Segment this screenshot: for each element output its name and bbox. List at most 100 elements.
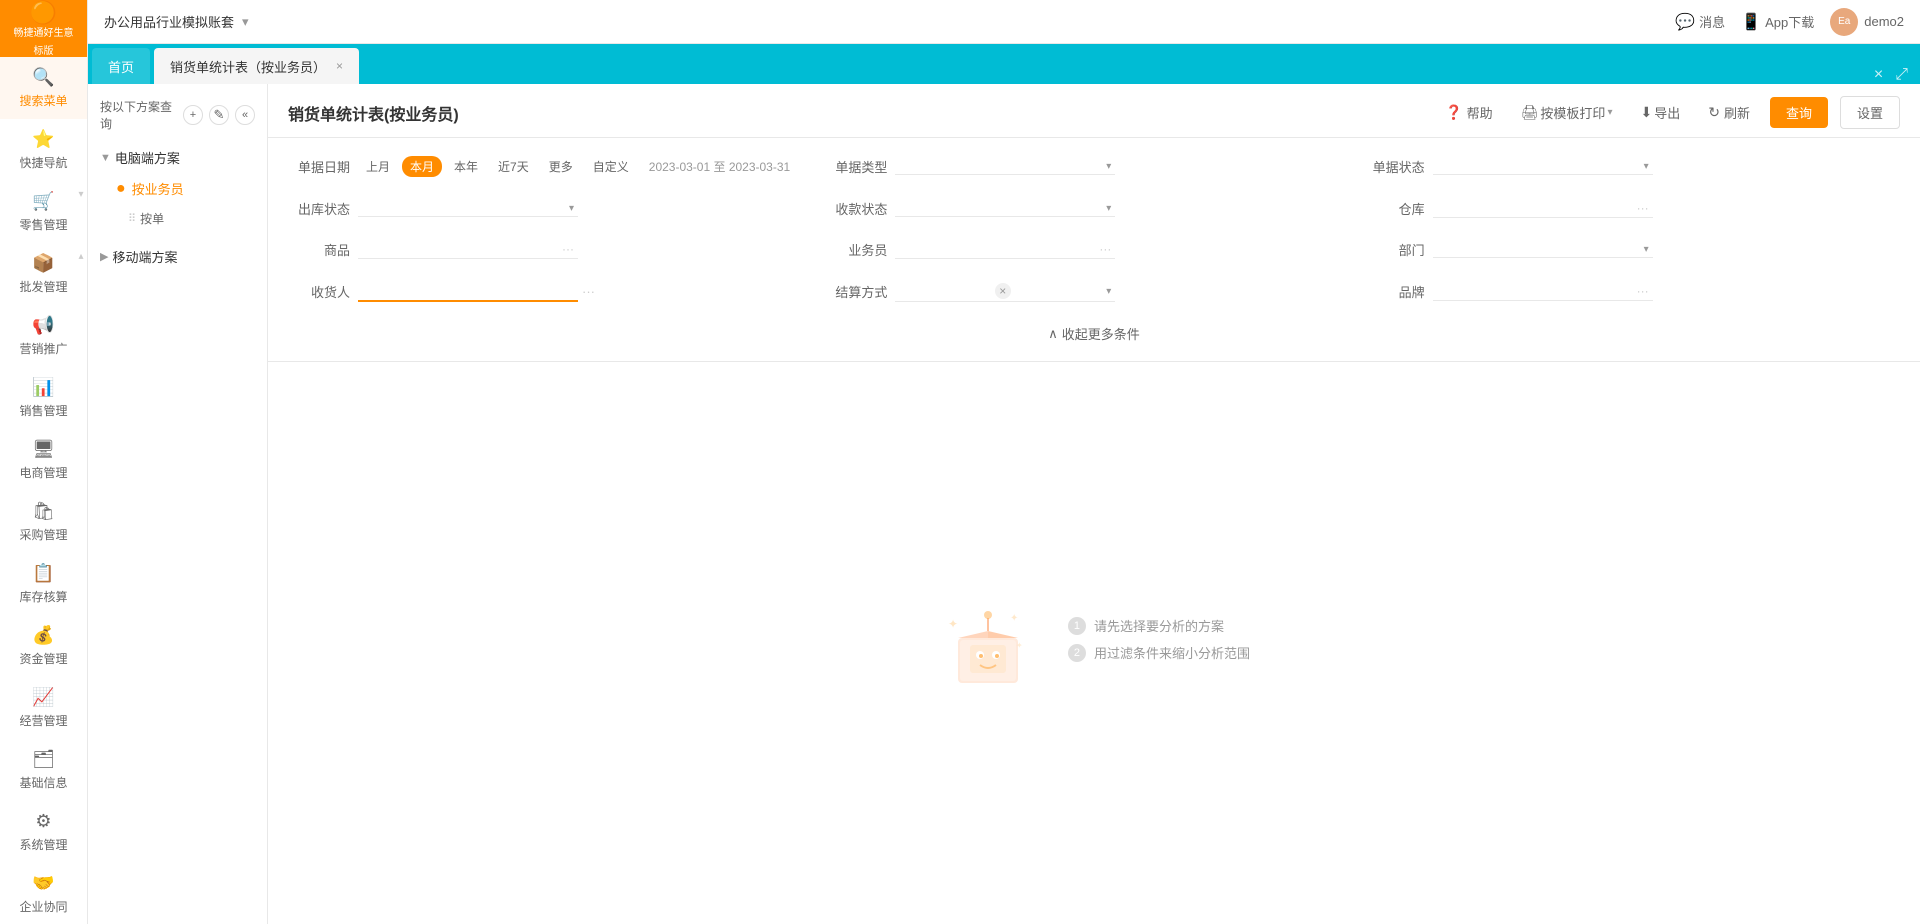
query-button[interactable]: 查询 xyxy=(1770,97,1828,128)
date-this-month-btn[interactable]: 本月 xyxy=(402,156,442,177)
date-custom-btn[interactable]: 自定义 xyxy=(585,156,637,177)
sidebar-item-inventory[interactable]: 📋 库存核算 xyxy=(0,553,88,615)
star-icon: ⭐ xyxy=(32,129,54,150)
settlement-select[interactable]: × ▾ xyxy=(895,281,1115,302)
sidebar-item-label: 批发管理 xyxy=(19,278,67,295)
tab-salesperson-report[interactable]: 销货单统计表（按业务员） × xyxy=(154,48,359,84)
settings-button[interactable]: 设置 xyxy=(1840,96,1900,129)
tab-home[interactable]: 首页 xyxy=(92,48,150,84)
app-download-button[interactable]: 📱 App下载 xyxy=(1741,12,1814,32)
mobile-section-header[interactable]: ▶ 移动端方案 xyxy=(88,241,267,272)
add-scheme-button[interactable]: + xyxy=(183,105,203,125)
page-actions: ❓ 帮助 🖨 按模板打印 ▾ ⬇ 导出 ↻ 刷新 xyxy=(1437,96,1900,129)
date-more-btn[interactable]: 更多 xyxy=(541,156,581,177)
sidebar-item-label: 搜索菜单 xyxy=(19,92,67,109)
app-download-label: App下载 xyxy=(1765,12,1814,31)
app-name: 畅捷通好生意 xyxy=(14,28,74,40)
sidebar-item-label: 基础信息 xyxy=(19,774,67,791)
print-button[interactable]: 🖨 按模板打印 ▾ xyxy=(1513,99,1621,126)
svg-text:✦: ✦ xyxy=(1010,613,1018,624)
avatar: Ea xyxy=(1830,8,1858,36)
sidebar-item-label: 销售管理 xyxy=(19,402,67,419)
sidebar-item-operation[interactable]: 📈 经营管理 xyxy=(0,677,88,739)
workspace-dropdown-icon[interactable]: ▾ xyxy=(242,14,249,30)
dept-select[interactable]: ▾ xyxy=(1433,242,1653,258)
close-window-button[interactable]: × ⤢ xyxy=(1862,66,1920,84)
collapse-panel-button[interactable]: « xyxy=(235,105,255,125)
out-status-select[interactable]: ▾ xyxy=(358,201,578,217)
salesperson-filter-cell: 业务员 ··· xyxy=(825,234,1362,265)
wholesale-icon: 📦 xyxy=(32,253,54,274)
step-1-num: 1 xyxy=(1068,617,1086,635)
ecommerce-icon: 🖥 xyxy=(32,439,55,460)
content-area: 按以下方案查询 + ✎ « ▼ 电脑端方案 ● 按业务员 ⠿ 按 xyxy=(88,84,1920,924)
receipt-status-select[interactable]: ▾ xyxy=(895,201,1115,217)
out-status-label: 出库状态 xyxy=(288,199,358,218)
salesperson-scheme-item[interactable]: ● 按业务员 xyxy=(88,173,267,204)
sidebar-item-sales[interactable]: 📊 销售管理 xyxy=(0,367,88,429)
sidebar-item-retail[interactable]: 🛒 零售管理 ▾ xyxy=(0,181,88,243)
doc-type-select[interactable]: ▾ xyxy=(895,159,1115,175)
receiver-dots[interactable]: ··· xyxy=(582,284,595,299)
empty-step-1: 1 请先选择要分析的方案 xyxy=(1068,616,1250,635)
refresh-button[interactable]: ↻ 刷新 xyxy=(1700,99,1758,126)
desktop-section-header[interactable]: ▼ 电脑端方案 xyxy=(88,142,267,173)
receiver-input[interactable] xyxy=(358,281,578,302)
sidebar-item-basic[interactable]: 🗂 基础信息 xyxy=(0,739,88,801)
workspace-title: 办公用品行业模拟账套 xyxy=(104,12,234,31)
edit-scheme-button[interactable]: ✎ xyxy=(209,105,229,125)
active-scheme-icon: ● xyxy=(116,180,126,198)
out-status-arrow: ▾ xyxy=(569,203,574,214)
cooperation-icon: 🤝 xyxy=(32,873,54,894)
sales-icon: 📊 xyxy=(32,377,54,398)
help-icon: ❓ xyxy=(1445,104,1462,121)
user-profile-button[interactable]: Ea demo2 xyxy=(1830,8,1904,36)
app-download-icon: 📱 xyxy=(1741,12,1761,32)
sidebar-item-system[interactable]: ⚙ 系统管理 xyxy=(0,801,88,863)
date-this-year-btn[interactable]: 本年 xyxy=(446,156,486,177)
brand-label: 品牌 xyxy=(1363,282,1433,301)
export-label: 导出 xyxy=(1654,103,1680,122)
collapse-arrow-icon: ∧ xyxy=(1048,326,1058,342)
inventory-icon: 📋 xyxy=(32,563,54,584)
sidebar-item-marketing[interactable]: 📢 营销推广 xyxy=(0,305,88,367)
empty-box: ✦ ✦ ✦ 1 请先选择要分析的方案 2 用过滤条件来缩小分 xyxy=(938,593,1250,693)
sidebar-item-search[interactable]: 🔍 搜索菜单 xyxy=(0,57,88,119)
sidebar-item-purchase[interactable]: 🛍 采购管理 xyxy=(0,491,88,553)
help-button[interactable]: ❓ 帮助 xyxy=(1437,99,1500,126)
sidebar-item-wholesale[interactable]: 📦 批发管理 ▴ xyxy=(0,243,88,305)
sidebar-item-quick[interactable]: ⭐ 快捷导航 xyxy=(0,119,88,181)
brand-dots: ··· xyxy=(1637,284,1649,298)
date-last7-btn[interactable]: 近7天 xyxy=(490,156,537,177)
export-button[interactable]: ⬇ 导出 xyxy=(1632,99,1688,126)
collapse-more-button[interactable]: ∧ 收起更多条件 xyxy=(1048,324,1140,343)
empty-illustration: ✦ ✦ ✦ xyxy=(938,593,1038,693)
sidebar-item-cooperation[interactable]: 🤝 企业协同 xyxy=(0,863,88,924)
empty-step-2: 2 用过滤条件来缩小分析范围 xyxy=(1068,643,1250,662)
left-panel: 按以下方案查询 + ✎ « ▼ 电脑端方案 ● 按业务员 ⠿ 按 xyxy=(88,84,268,924)
by-order-item[interactable]: ⠿ 按单 xyxy=(88,204,267,233)
close-window-icon: × xyxy=(1874,66,1883,84)
dept-arrow: ▾ xyxy=(1644,244,1649,255)
tab-close-icon[interactable]: × xyxy=(336,59,343,73)
main-area: 办公用品行业模拟账套 ▾ 💬 消息 📱 App下载 Ea demo2 首页 销货… xyxy=(88,0,1920,924)
date-last-month-btn[interactable]: 上月 xyxy=(358,156,398,177)
brand-select[interactable]: ··· xyxy=(1433,282,1653,301)
maximize-icon: ⤢ xyxy=(1895,66,1908,84)
tab-home-label: 首页 xyxy=(108,57,134,76)
salesperson-select[interactable]: ··· xyxy=(895,240,1115,259)
system-icon: ⚙ xyxy=(35,811,51,832)
goods-label: 商品 xyxy=(288,240,358,259)
step-2-text: 用过滤条件来缩小分析范围 xyxy=(1094,643,1250,662)
warehouse-select[interactable]: ··· xyxy=(1433,199,1653,218)
goods-select[interactable]: ··· xyxy=(358,240,578,259)
brand-filter-cell: 品牌 ··· xyxy=(1363,275,1900,308)
sidebar-item-finance[interactable]: 💰 资金管理 xyxy=(0,615,88,677)
app-subname: 标版 xyxy=(34,42,54,57)
sidebar-item-ecommerce[interactable]: 🖥 电商管理 xyxy=(0,429,88,491)
receiver-label: 收货人 xyxy=(288,282,358,301)
settlement-clear-button[interactable]: × xyxy=(995,283,1011,299)
doc-status-select[interactable]: ▾ xyxy=(1433,159,1653,175)
tab-active-label: 销货单统计表（按业务员） xyxy=(170,57,326,76)
message-button[interactable]: 💬 消息 xyxy=(1675,12,1725,32)
